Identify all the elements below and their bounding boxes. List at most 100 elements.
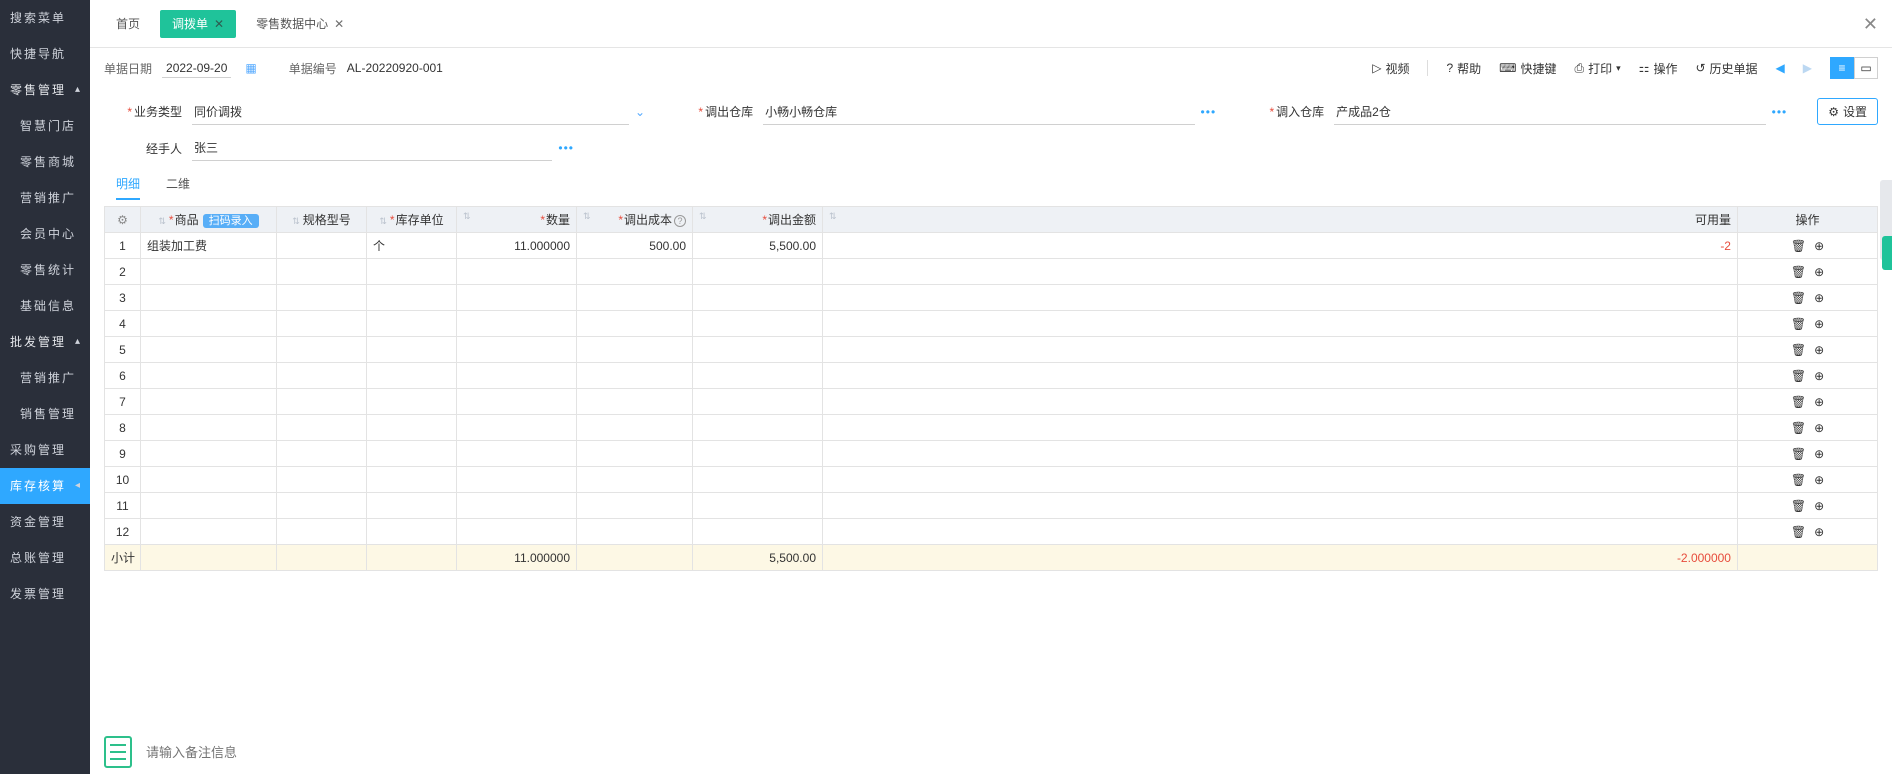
cell-product[interactable]	[141, 285, 277, 311]
cell-out-amount[interactable]	[693, 259, 823, 285]
cell-unit[interactable]	[367, 363, 457, 389]
close-icon[interactable]: ✕	[214, 17, 224, 31]
cell-spec[interactable]	[277, 285, 367, 311]
cell-spec[interactable]	[277, 337, 367, 363]
table-row[interactable]: 12 🗑 ⊕	[105, 519, 1878, 545]
cell-out-cost[interactable]	[577, 337, 693, 363]
sidebar-item-2[interactable]: 零售管理▴	[0, 72, 90, 108]
table-row[interactable]: 11🗑⊕	[105, 493, 1878, 519]
cell-available[interactable]	[823, 389, 1738, 415]
delete-row-icon[interactable]: 🗑	[1791, 291, 1806, 305]
video-button[interactable]: ▷视频	[1372, 60, 1409, 77]
sidebar-item-1[interactable]: 快捷导航	[0, 36, 90, 72]
cell-product[interactable]	[141, 389, 277, 415]
row-index[interactable]: 1	[105, 233, 141, 259]
row-index[interactable]: 2	[105, 259, 141, 285]
cell-product[interactable]	[141, 415, 277, 441]
sidebar-item-16[interactable]: 发票管理	[0, 576, 90, 612]
cell-qty[interactable]	[457, 311, 577, 337]
cell-out-cost[interactable]	[577, 285, 693, 311]
sidebar-item-5[interactable]: 营销推广	[0, 180, 90, 216]
table-row[interactable]: 8🗑⊕	[105, 415, 1878, 441]
sidebar-item-0[interactable]: 搜索菜单	[0, 0, 90, 36]
table-row[interactable]: 2🗑⊕	[105, 259, 1878, 285]
delete-row-icon[interactable]: 🗑	[1791, 499, 1806, 513]
cell-out-amount[interactable]	[693, 519, 823, 545]
note-icon[interactable]	[104, 736, 132, 768]
add-row-icon[interactable]: ⊕	[1814, 525, 1824, 539]
cell-out-cost[interactable]: 500.00	[577, 233, 693, 259]
row-index[interactable]: 7	[105, 389, 141, 415]
cell-unit[interactable]	[367, 441, 457, 467]
table-row[interactable]: 7🗑⊕	[105, 389, 1878, 415]
cell-out-amount[interactable]	[693, 337, 823, 363]
add-row-icon[interactable]: ⊕	[1814, 369, 1824, 383]
cell-unit[interactable]	[367, 467, 457, 493]
cell-qty[interactable]	[457, 337, 577, 363]
col-out-cost[interactable]: ⇅*调出成本?	[577, 207, 693, 233]
sidebar-item-13[interactable]: 库存核算◂	[0, 468, 90, 504]
sidebar-item-12[interactable]: 采购管理	[0, 432, 90, 468]
sidebar-item-6[interactable]: 会员中心	[0, 216, 90, 252]
delete-row-icon[interactable]: 🗑	[1791, 473, 1806, 487]
row-index[interactable]: 10	[105, 467, 141, 493]
cell-product[interactable]: 组装加工费	[141, 233, 277, 259]
table-row[interactable]: 1组装加工费个11.000000500.005,500.00-2🗑⊕	[105, 233, 1878, 259]
cell-out-cost[interactable]	[577, 519, 693, 545]
cell-unit[interactable]	[367, 311, 457, 337]
cell-spec[interactable]	[277, 441, 367, 467]
cell-out-amount[interactable]	[693, 441, 823, 467]
cell-out-cost[interactable]	[577, 467, 693, 493]
add-row-icon[interactable]: ⊕	[1814, 343, 1824, 357]
add-row-icon[interactable]: ⊕	[1814, 447, 1824, 461]
cell-qty[interactable]: 11.000000	[457, 233, 577, 259]
cell-unit[interactable]	[367, 259, 457, 285]
cell-spec[interactable]	[277, 493, 367, 519]
remark-input[interactable]	[146, 745, 1878, 760]
sidebar-item-8[interactable]: 基础信息	[0, 288, 90, 324]
sidebar-item-9[interactable]: 批发管理▴	[0, 324, 90, 360]
cell-unit[interactable]	[367, 493, 457, 519]
cell-available[interactable]	[823, 311, 1738, 337]
cell-unit[interactable]: 个	[367, 233, 457, 259]
cell-out-cost[interactable]	[577, 259, 693, 285]
scan-button[interactable]: 扫码录入	[203, 214, 259, 228]
row-index[interactable]: 4	[105, 311, 141, 337]
cell-qty[interactable]	[457, 259, 577, 285]
subtab-two[interactable]: 二维	[166, 175, 190, 200]
cell-spec[interactable]	[277, 311, 367, 337]
cell-qty[interactable]	[457, 493, 577, 519]
card-view-icon[interactable]: ▭	[1854, 57, 1878, 79]
cell-available[interactable]	[823, 467, 1738, 493]
row-index[interactable]: 12	[105, 519, 141, 545]
delete-row-icon[interactable]: 🗑	[1791, 421, 1806, 435]
cell-spec[interactable]	[277, 363, 367, 389]
cell-out-amount[interactable]	[693, 467, 823, 493]
cell-unit[interactable]	[367, 285, 457, 311]
cell-product[interactable]	[141, 363, 277, 389]
cell-spec[interactable]	[277, 259, 367, 285]
close-icon[interactable]: ✕	[334, 17, 344, 31]
add-row-icon[interactable]: ⊕	[1814, 265, 1824, 279]
ops-button[interactable]: ⚏操作	[1639, 60, 1678, 77]
add-row-icon[interactable]: ⊕	[1814, 395, 1824, 409]
info-icon[interactable]: ?	[674, 215, 686, 227]
prev-doc-icon[interactable]: ◀	[1776, 61, 1785, 75]
table-row[interactable]: 10 🗑 ⊕	[105, 467, 1878, 493]
tab-1[interactable]: 调拨单✕	[160, 10, 236, 38]
cell-available[interactable]	[823, 441, 1738, 467]
cell-out-amount[interactable]	[693, 311, 823, 337]
in-wh-value[interactable]: 产成品2仓	[1334, 99, 1765, 125]
add-row-icon[interactable]: ⊕	[1814, 473, 1824, 487]
sidebar-item-4[interactable]: 零售商城	[0, 144, 90, 180]
add-row-icon[interactable]: ⊕	[1814, 421, 1824, 435]
cell-available[interactable]	[823, 493, 1738, 519]
cell-out-cost[interactable]	[577, 389, 693, 415]
delete-row-icon[interactable]: 🗑	[1791, 525, 1806, 539]
biz-type-value[interactable]: 同价调拨	[192, 99, 629, 125]
cell-product[interactable]	[141, 519, 277, 545]
more-icon[interactable]: •••	[1201, 105, 1217, 119]
add-row-icon[interactable]: ⊕	[1814, 499, 1824, 513]
col-product[interactable]: ⇅*商品扫码录入	[141, 207, 277, 233]
shortcut-button[interactable]: ⌨快捷键	[1499, 60, 1556, 77]
